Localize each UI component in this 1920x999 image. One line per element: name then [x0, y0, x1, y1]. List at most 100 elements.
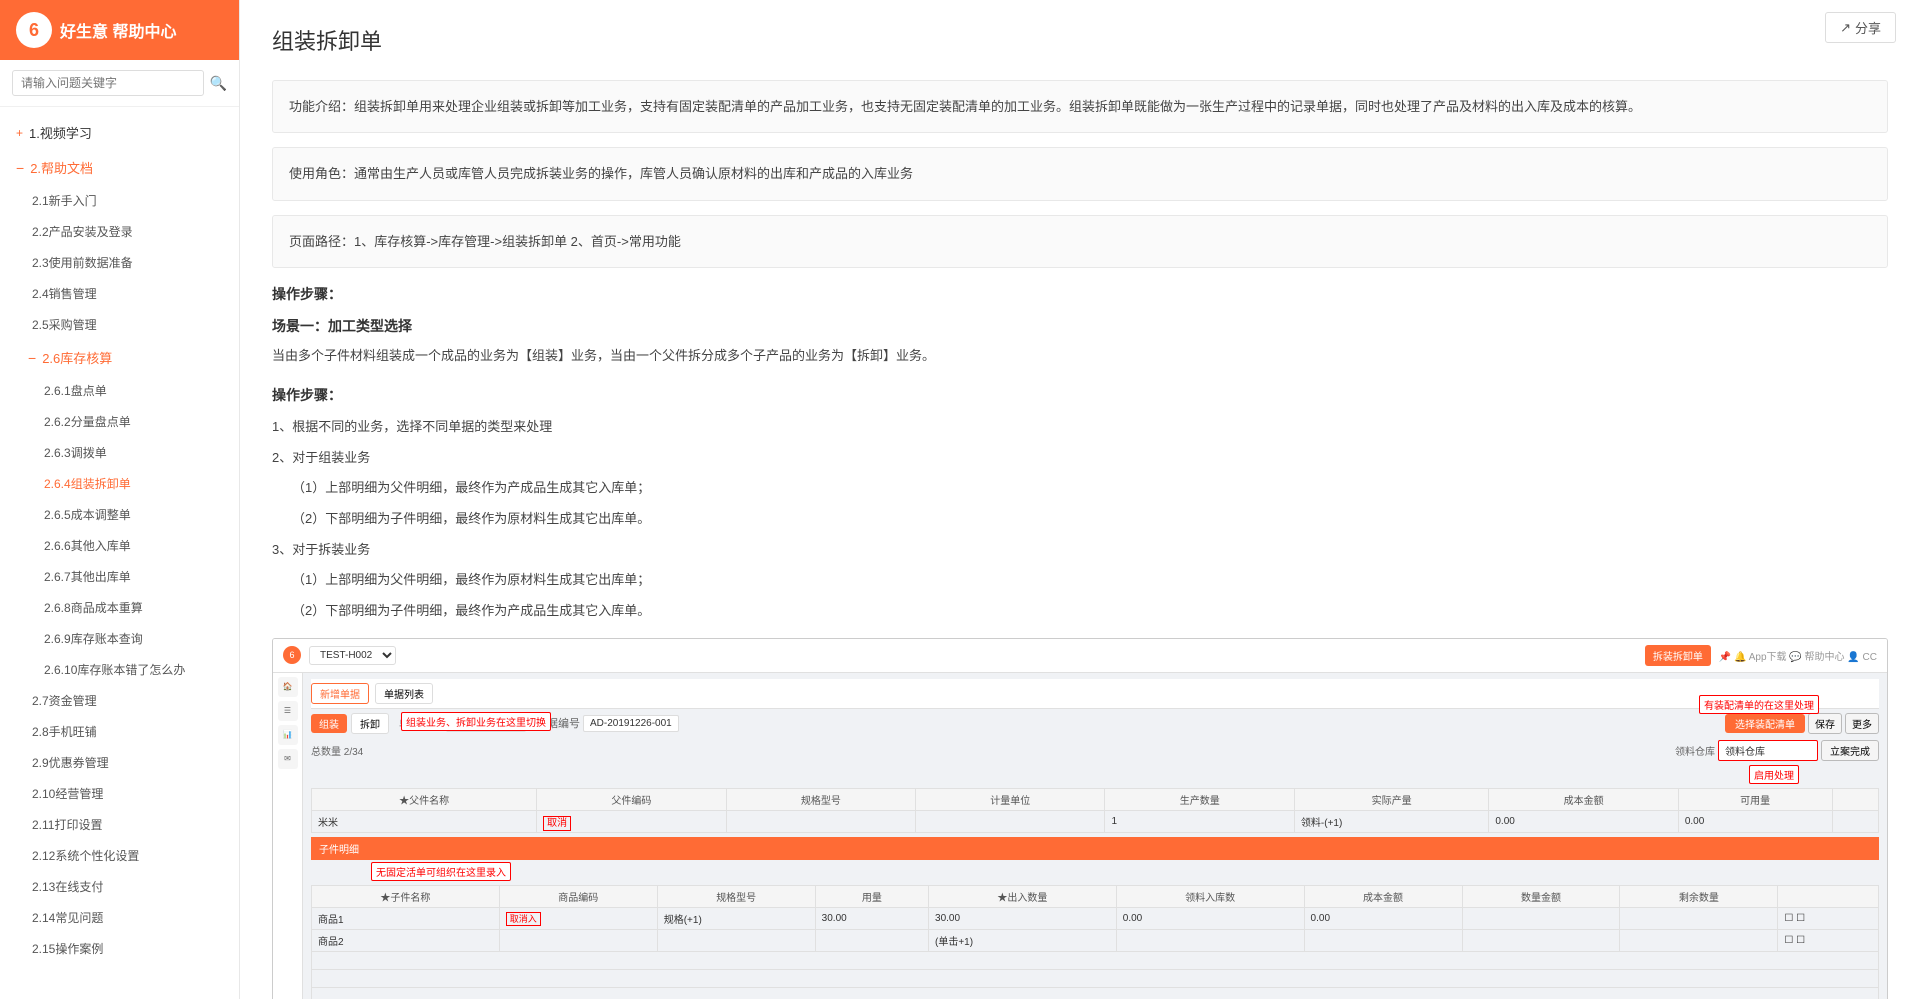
- ss-td-p6: 领料-(+1): [1294, 810, 1488, 832]
- ss-th-actual-qty: 实际产量: [1294, 788, 1488, 810]
- nav-sub-2-5[interactable]: 2.5采购管理: [0, 309, 239, 340]
- ss-app-selector[interactable]: TEST-H002: [309, 646, 396, 665]
- nav-sub-2-4[interactable]: 2.4销售管理: [0, 278, 239, 309]
- nav-item-docs-main[interactable]: − 2.帮助文档: [0, 150, 239, 185]
- ss-ltd-1-9: [1620, 907, 1778, 929]
- intro-text: 功能介绍：组装拆卸单用来处理企业组装或拆卸等加工业务，支持有固定装配清单的产品加…: [289, 99, 1641, 114]
- ss-ltd-2-1: 商品2: [312, 929, 500, 951]
- ss-tab-new[interactable]: 新增单据: [311, 683, 369, 704]
- ss-code-value: AD-20191226-001: [583, 715, 679, 732]
- ss-td-p3: [726, 810, 915, 832]
- ss-qty-label: 总数量 2/34: [311, 743, 363, 758]
- scene1-ops-title: 操作步骤：: [272, 385, 1888, 405]
- ss-ltd-2-3: [657, 929, 815, 951]
- ss-form-type: 组装 拆卸: [311, 713, 389, 734]
- nav-sub-2-14[interactable]: 2.14常见问题: [0, 902, 239, 933]
- nav-sub-2-8[interactable]: 2.8手机旺铺: [0, 716, 239, 747]
- nav-sub-2-11[interactable]: 2.11打印设置: [0, 809, 239, 840]
- ss-nav-chart[interactable]: 📊: [278, 725, 298, 745]
- nav-sub-2-7[interactable]: 2.7资金管理: [0, 685, 239, 716]
- ss-ltd-1-7: 0.00: [1304, 907, 1462, 929]
- annotation-type-switch: 组装业务、拆卸业务在这里切换: [401, 712, 551, 731]
- ss-th-spec: 规格型号: [726, 788, 915, 810]
- ss-top-bar: 6 TEST-H002 拆装拆卸单 📌 🔔 App下载 💬 帮助中心 👤 CC: [273, 639, 1887, 673]
- ss-lower-table: ★子件名称 商品编码 规格型号 用量 ★出入数量 领料入库数 成本金额 数量金额…: [311, 885, 1879, 999]
- nav-videos-label: 1.视频学习: [29, 123, 92, 142]
- mock-screenshot: 6 TEST-H002 拆装拆卸单 📌 🔔 App下载 💬 帮助中心 👤 CC …: [273, 639, 1887, 999]
- ss-nav-msg[interactable]: ✉: [278, 749, 298, 769]
- ss-app-logo: 6: [283, 646, 301, 664]
- ss-lth-feed: 领料入库数: [1116, 885, 1304, 907]
- share-button[interactable]: ↗ 分享: [1825, 12, 1896, 43]
- ss-td-p4: [916, 810, 1105, 832]
- ss-form-right: 选择装配清单 保存 更多: [1725, 713, 1879, 734]
- nav-sub-2-6-6[interactable]: 2.6.6其他入库单: [0, 530, 239, 561]
- ss-lth-name: ★子件名称: [312, 885, 500, 907]
- nav-sub-2-9[interactable]: 2.9优惠券管理: [0, 747, 239, 778]
- ss-warehouse-select: 领料仓库 领料仓库 立案完成: [1675, 740, 1879, 761]
- table-row: [312, 951, 1879, 969]
- nav-sub-2-6-9[interactable]: 2.6.9库存账本查询: [0, 623, 239, 654]
- ss-section-header: 子件明细: [311, 837, 1879, 860]
- nav-item-videos-main[interactable]: + 1.视频学习: [0, 115, 239, 150]
- share-icon: ↗: [1840, 20, 1851, 36]
- ss-ltd-1-6: 0.00: [1116, 907, 1304, 929]
- ss-config-btn[interactable]: 选择装配清单: [1725, 714, 1805, 733]
- nav-docs-label: 2.帮助文档: [30, 158, 93, 177]
- nav-sub-2-6-4[interactable]: 2.6.4组装拆卸单: [0, 468, 239, 499]
- annotation-config: 有装配清单的在这里处理: [1699, 695, 1819, 714]
- ss-lth-cost: 成本金额: [1304, 885, 1462, 907]
- nav-sub-2-6-2[interactable]: 2.6.2分量盘点单: [0, 406, 239, 437]
- annotation-fill: 无固定活单可组织在这里录入: [371, 862, 511, 881]
- step2: 2、对于组装业务: [272, 446, 1888, 471]
- ss-more-btn[interactable]: 更多: [1845, 713, 1879, 734]
- nav-sub-2-6-1[interactable]: 2.6.1盘点单: [0, 375, 239, 406]
- nav-sub-2-3[interactable]: 2.3使用前数据准备: [0, 247, 239, 278]
- ss-save-btn[interactable]: 保存: [1808, 713, 1842, 734]
- fill-hint-container: 无固定活单可组织在这里录入: [311, 860, 1879, 881]
- nav-sub-2-12[interactable]: 2.12系统个性化设置: [0, 840, 239, 871]
- table-row: [312, 969, 1879, 987]
- nav-sub-2-6-7[interactable]: 2.6.7其他出库单: [0, 561, 239, 592]
- ss-wh-input[interactable]: 领料仓库: [1718, 740, 1818, 761]
- nav-sub-2-13[interactable]: 2.13在线支付: [0, 871, 239, 902]
- ss-tab-list[interactable]: 单据列表: [375, 683, 433, 704]
- ss-ltd-2-7: [1304, 929, 1462, 951]
- ss-new-btn[interactable]: 拆装拆卸单: [1645, 645, 1711, 666]
- ss-lth-inout: ★出入数量: [929, 885, 1117, 907]
- nav-sub-2-6-5[interactable]: 2.6.5成本调整单: [0, 499, 239, 530]
- ss-ltd-2-4: [815, 929, 928, 951]
- nav-sub-2-2[interactable]: 2.2产品安装及登录: [0, 216, 239, 247]
- nav-sub-2-6-main[interactable]: − 2.6库存核算: [0, 340, 239, 375]
- ss-lth-qty: 用量: [815, 885, 928, 907]
- ss-toolbar: 新增单据 单据列表: [311, 679, 1879, 709]
- path-section: 页面路径：1、库存核算->库存管理->组装拆卸单 2、首页->常用功能: [272, 215, 1888, 268]
- plus-icon: +: [16, 126, 23, 140]
- ss-lth-remain: 剩余数量: [1620, 885, 1778, 907]
- ss-nav-home[interactable]: 🏠: [278, 677, 298, 697]
- ss-ltd-1-10: ☐ ☐: [1778, 907, 1879, 929]
- logo-icon: 6: [16, 12, 52, 48]
- table-row: 米米 取消 1 领料-(+1) 0.00 0.00: [312, 810, 1879, 832]
- path-text: 页面路径：1、库存核算->库存管理->组装拆卸单 2、首页->常用功能: [289, 234, 681, 249]
- ss-type-assembly[interactable]: 组装: [311, 714, 347, 733]
- search-button[interactable]: 🔍: [210, 75, 227, 92]
- nav-sub-2-6-3[interactable]: 2.6.3调拨单: [0, 437, 239, 468]
- ss-ltd-2-5: (单击+1): [929, 929, 1117, 951]
- nav-sub-2-10[interactable]: 2.10经营管理: [0, 778, 239, 809]
- minus-icon: −: [16, 160, 24, 176]
- ss-nav-left: 🏠 ☰ 📊 ✉: [273, 673, 303, 999]
- role-section: 使用角色：通常由生产人员或库管人员完成拆装业务的操作，库管人员确认原材料的出库和…: [272, 147, 1888, 200]
- ss-confirm-btn[interactable]: 立案完成: [1821, 740, 1879, 761]
- ss-icons: 📌 🔔 App下载 💬 帮助中心 👤 CC: [1719, 648, 1877, 663]
- nav-sub-2-6-8[interactable]: 2.6.8商品成本重算: [0, 592, 239, 623]
- search-input[interactable]: [12, 70, 204, 96]
- nav-sub-2-15[interactable]: 2.15操作案例: [0, 933, 239, 964]
- nav-sub-2-6-10[interactable]: 2.6.10库存账本错了怎么办: [0, 654, 239, 685]
- ss-upper-table: ★父件名称 父件编码 规格型号 计量单位 生产数量 实际产量 成本金额 可用量: [311, 788, 1879, 833]
- ss-type-disassembly[interactable]: 拆卸: [351, 713, 389, 734]
- ss-lth-spec: 规格型号: [657, 885, 815, 907]
- nav-sub-2-1[interactable]: 2.1新手入门: [0, 185, 239, 216]
- ss-ltd-2-8: [1462, 929, 1620, 951]
- ss-nav-list[interactable]: ☰: [278, 701, 298, 721]
